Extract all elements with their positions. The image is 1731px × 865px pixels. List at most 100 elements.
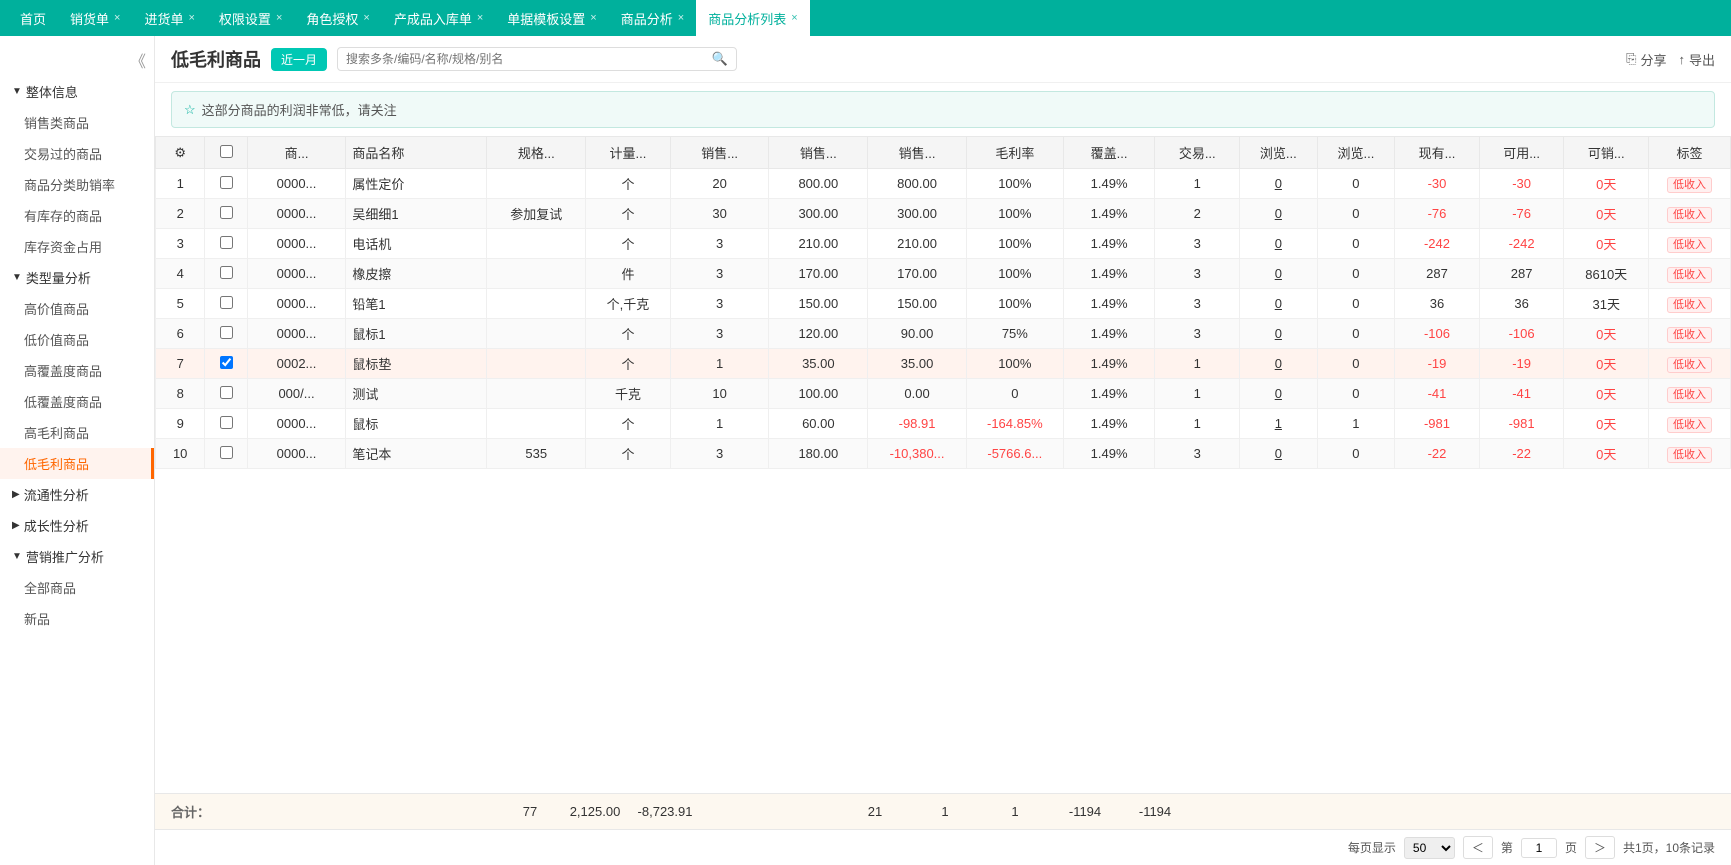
- col-header-settings[interactable]: ⚙: [156, 137, 205, 169]
- export-btn[interactable]: ↑ 导出: [1678, 50, 1715, 69]
- cell-browse1[interactable]: 1: [1240, 409, 1318, 439]
- close-sales-icon[interactable]: ×: [114, 12, 120, 24]
- cell-check[interactable]: [205, 379, 247, 409]
- nav-home[interactable]: 首页: [8, 0, 58, 36]
- sidebar-item-stock-capital[interactable]: 库存资金占用: [0, 231, 154, 262]
- select-all-checkbox[interactable]: [220, 145, 233, 158]
- sidebar-group-marketing[interactable]: ▼ 营销推广分析: [0, 541, 154, 572]
- col-header-stock[interactable]: 现有...: [1395, 137, 1480, 169]
- row-checkbox[interactable]: [220, 326, 233, 339]
- sidebar-group-overall[interactable]: ▼ 整体信息: [0, 76, 154, 107]
- cell-check[interactable]: [205, 229, 247, 259]
- browse1-link[interactable]: 0: [1275, 266, 1282, 281]
- cell-check[interactable]: [205, 409, 247, 439]
- close-roleauth-icon[interactable]: ×: [363, 12, 369, 24]
- browse1-link[interactable]: 0: [1275, 446, 1282, 461]
- search-icon[interactable]: 🔍: [712, 51, 728, 67]
- prev-page-btn[interactable]: ＜: [1463, 836, 1493, 859]
- col-header-unit[interactable]: 计量...: [586, 137, 671, 169]
- sidebar-item-low-profit[interactable]: 低毛利商品: [0, 448, 154, 479]
- cell-browse1[interactable]: 0: [1240, 319, 1318, 349]
- row-checkbox[interactable]: [220, 236, 233, 249]
- col-header-trade[interactable]: 交易...: [1155, 137, 1240, 169]
- col-header-sale-amt[interactable]: 销售...: [769, 137, 868, 169]
- browse1-link[interactable]: 0: [1275, 356, 1282, 371]
- nav-permissions[interactable]: 权限设置 ×: [207, 0, 294, 36]
- browse1-link[interactable]: 0: [1275, 386, 1282, 401]
- row-checkbox[interactable]: [220, 356, 233, 369]
- cell-check[interactable]: [205, 319, 247, 349]
- nav-analysis-list[interactable]: 商品分析列表 ×: [696, 0, 809, 36]
- col-header-sale-profit[interactable]: 销售...: [868, 137, 967, 169]
- col-header-name[interactable]: 商品名称: [346, 137, 487, 169]
- close-permissions-icon[interactable]: ×: [276, 12, 282, 24]
- col-header-tag[interactable]: 标签: [1649, 137, 1731, 169]
- close-productentry-icon[interactable]: ×: [477, 12, 483, 24]
- row-checkbox[interactable]: [220, 386, 233, 399]
- col-header-code[interactable]: 商...: [247, 137, 346, 169]
- col-header-browse1[interactable]: 浏览...: [1240, 137, 1318, 169]
- close-purchase-icon[interactable]: ×: [188, 12, 194, 24]
- row-checkbox[interactable]: [220, 446, 233, 459]
- cell-browse1[interactable]: 0: [1240, 289, 1318, 319]
- browse1-link[interactable]: 0: [1275, 236, 1282, 251]
- sidebar-item-high-coverage[interactable]: 高覆盖度商品: [0, 355, 154, 386]
- cell-browse1[interactable]: 0: [1240, 379, 1318, 409]
- sidebar-group-flow[interactable]: ▶ 流通性分析: [0, 479, 154, 510]
- cell-check[interactable]: [205, 349, 247, 379]
- nav-sales[interactable]: 销货单 ×: [58, 0, 132, 36]
- close-analysis-icon[interactable]: ×: [678, 12, 684, 24]
- nav-role-auth[interactable]: 角色授权 ×: [294, 0, 381, 36]
- filter-recent-month-btn[interactable]: 近一月: [271, 48, 327, 71]
- nav-template-settings[interactable]: 单据模板设置 ×: [495, 0, 608, 36]
- sidebar-group-growth[interactable]: ▶ 成长性分析: [0, 510, 154, 541]
- cell-check[interactable]: [205, 199, 247, 229]
- cell-check[interactable]: [205, 289, 247, 319]
- browse1-link[interactable]: 0: [1275, 296, 1282, 311]
- cell-browse1[interactable]: 0: [1240, 199, 1318, 229]
- row-checkbox[interactable]: [220, 296, 233, 309]
- nav-purchase[interactable]: 进货单 ×: [132, 0, 206, 36]
- col-header-coverage[interactable]: 覆盖...: [1063, 137, 1155, 169]
- nav-product-analysis[interactable]: 商品分析 ×: [609, 0, 696, 36]
- row-checkbox[interactable]: [220, 176, 233, 189]
- sidebar-item-low-value[interactable]: 低价值商品: [0, 324, 154, 355]
- next-page-btn[interactable]: ＞: [1585, 836, 1615, 859]
- col-header-available[interactable]: 可用...: [1479, 137, 1564, 169]
- sidebar-group-type[interactable]: ▼ 类型量分析: [0, 262, 154, 293]
- cell-browse1[interactable]: 0: [1240, 169, 1318, 199]
- search-input[interactable]: [346, 52, 712, 66]
- close-template-icon[interactable]: ×: [590, 12, 596, 24]
- cell-browse1[interactable]: 0: [1240, 229, 1318, 259]
- sidebar-item-low-coverage[interactable]: 低覆盖度商品: [0, 386, 154, 417]
- col-header-spec[interactable]: 规格...: [487, 137, 586, 169]
- browse1-link[interactable]: 0: [1275, 176, 1282, 191]
- sidebar-item-high-value[interactable]: 高价值商品: [0, 293, 154, 324]
- col-header-check[interactable]: [205, 137, 247, 169]
- cell-browse1[interactable]: 0: [1240, 439, 1318, 469]
- page-number-input[interactable]: [1521, 838, 1557, 858]
- col-header-sellable[interactable]: 可销...: [1564, 137, 1649, 169]
- nav-product-entry[interactable]: 产成品入库单 ×: [382, 0, 495, 36]
- col-header-gross-rate[interactable]: 毛利率: [966, 137, 1063, 169]
- cell-browse1[interactable]: 0: [1240, 349, 1318, 379]
- cell-check[interactable]: [205, 169, 247, 199]
- row-checkbox[interactable]: [220, 416, 233, 429]
- sidebar-item-all-products[interactable]: 全部商品: [0, 572, 154, 603]
- row-checkbox[interactable]: [220, 206, 233, 219]
- sidebar-item-high-profit[interactable]: 高毛利商品: [0, 417, 154, 448]
- col-header-browse2[interactable]: 浏览...: [1317, 137, 1395, 169]
- sidebar-collapse-btn[interactable]: 《: [0, 44, 154, 76]
- sidebar-item-stock-products[interactable]: 有库存的商品: [0, 200, 154, 231]
- sidebar-item-traded-products[interactable]: 交易过的商品: [0, 138, 154, 169]
- browse1-link[interactable]: 1: [1275, 416, 1282, 431]
- close-analysislist-icon[interactable]: ×: [791, 12, 797, 24]
- sidebar-item-sales-products[interactable]: 销售类商品: [0, 107, 154, 138]
- col-header-sale-qty[interactable]: 销售...: [670, 137, 769, 169]
- sidebar-item-category-assist[interactable]: 商品分类助销率: [0, 169, 154, 200]
- share-btn[interactable]: ⎘ 分享: [1626, 50, 1666, 69]
- browse1-link[interactable]: 0: [1275, 206, 1282, 221]
- row-checkbox[interactable]: [220, 266, 233, 279]
- cell-check[interactable]: [205, 439, 247, 469]
- browse1-link[interactable]: 0: [1275, 326, 1282, 341]
